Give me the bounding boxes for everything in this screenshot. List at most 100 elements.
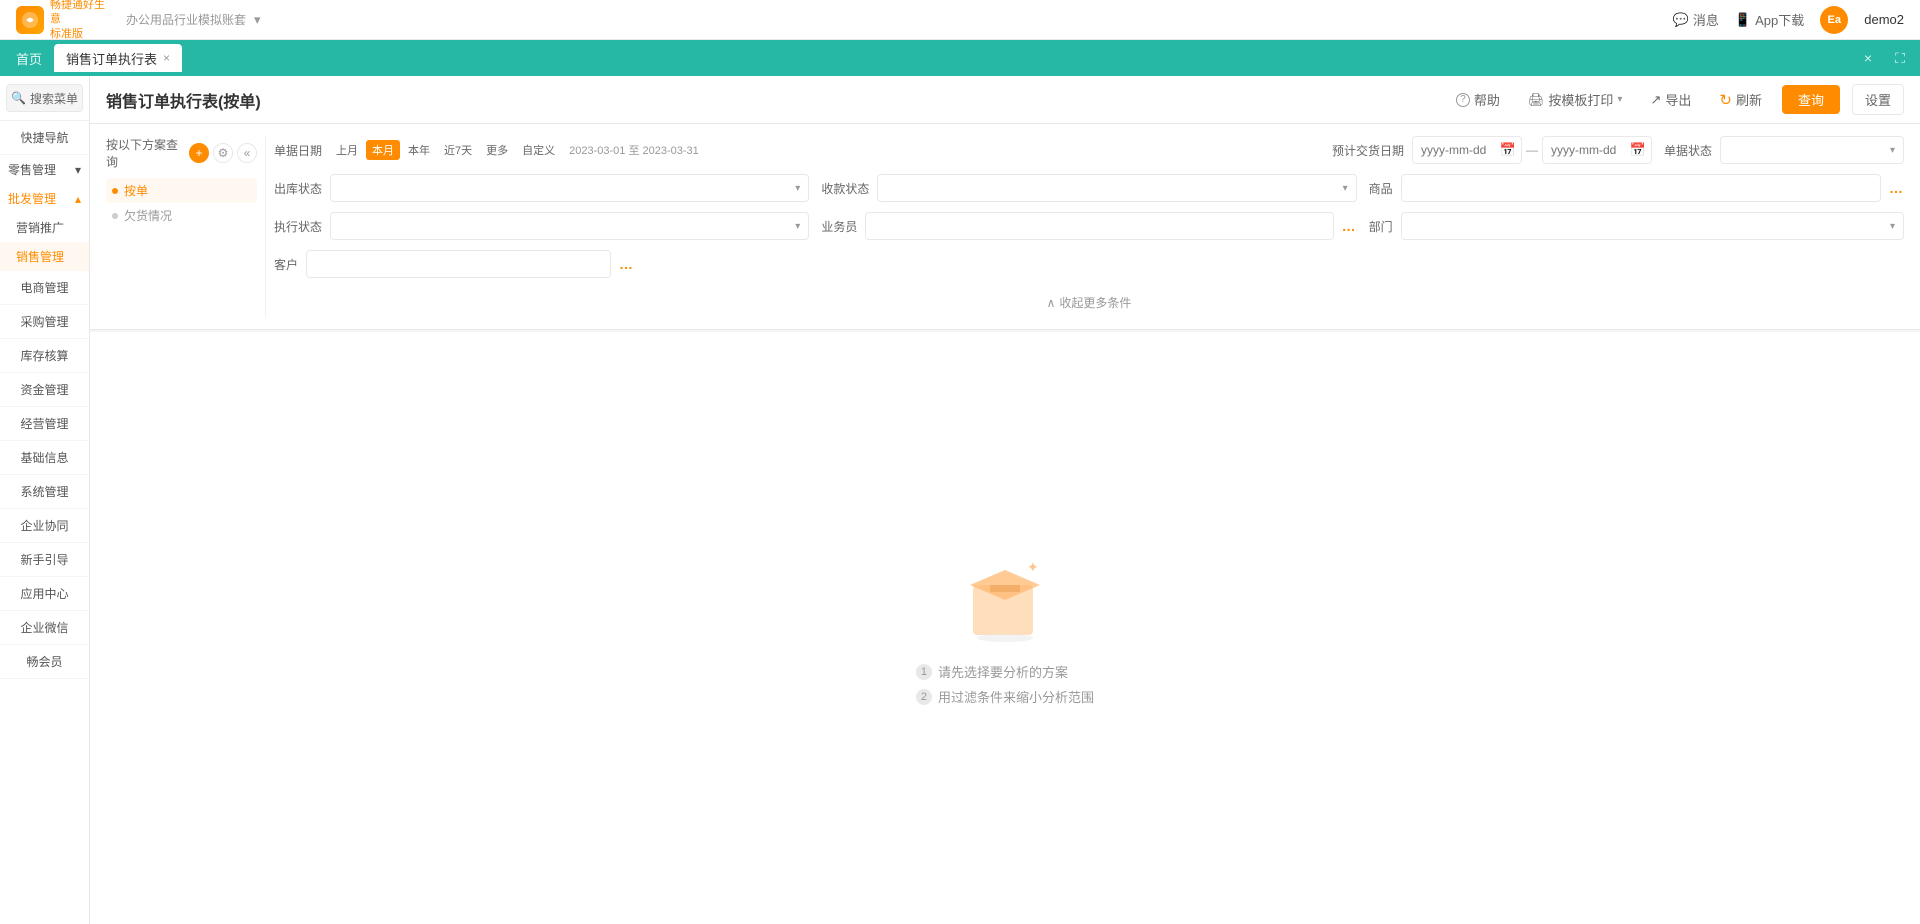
sidebar-item-system[interactable]: 系统管理 <box>0 475 89 509</box>
app-download-action[interactable]: 📱 App下载 <box>1735 10 1804 29</box>
date-range-display: 2023-03-01 至 2023-03-31 <box>569 142 699 158</box>
help-button[interactable]: ? 帮助 <box>1448 86 1508 113</box>
filter-item-customer: 客户 … <box>274 250 634 278</box>
help-label: 帮助 <box>1474 90 1500 109</box>
tip-num-2: 2 <box>916 689 932 705</box>
empty-tip-2: 2 用过滤条件来缩小分析范围 <box>916 687 1094 706</box>
print-dropdown-icon: ▾ <box>1617 94 1622 105</box>
customer-label: 客户 <box>274 256 298 273</box>
tab-close-window-icon[interactable]: × <box>1856 46 1880 70</box>
sidebar-item-operations[interactable]: 经营管理 <box>0 407 89 441</box>
print-button[interactable]: 🖨 按模板打印 ▾ <box>1520 86 1631 113</box>
sidebar-item-inventory[interactable]: 库存核算 <box>0 339 89 373</box>
scheme-item-press-order[interactable]: 按单 <box>106 178 257 203</box>
salesperson-input[interactable] <box>865 212 1333 240</box>
collect-status-dropdown[interactable]: ▾ <box>877 174 1356 202</box>
dept-dropdown[interactable]: ▾ <box>1401 212 1904 240</box>
sidebar-item-newbie[interactable]: 新手引导 <box>0 543 89 577</box>
tab-bar: 首页 销售订单执行表 × × ⛶ <box>0 40 1920 76</box>
scheme-settings-button[interactable]: ⚙ <box>213 143 233 163</box>
outbound-status-dropdown[interactable]: ▾ <box>330 174 809 202</box>
outbound-chevron-icon: ▾ <box>795 183 800 194</box>
refresh-button[interactable]: ↻ 刷新 <box>1711 86 1770 113</box>
scheme-panel-label: 按以下方案查询 <box>106 136 189 170</box>
doc-status-label: 单据状态 <box>1664 142 1712 159</box>
filter-item-salesperson: 业务员 … <box>821 212 1356 240</box>
tab-sales-exec[interactable]: 销售订单执行表 × <box>54 44 182 72</box>
collapse-bar[interactable]: ∧ 收起更多条件 <box>274 288 1904 317</box>
customer-input[interactable] <box>306 250 611 278</box>
scheme-collapse-button[interactable]: « <box>237 143 257 163</box>
sidebar-item-wechat[interactable]: 企业微信 <box>0 611 89 645</box>
avatar[interactable]: Ea <box>1820 6 1848 34</box>
customer-more-icon[interactable]: … <box>619 256 634 272</box>
sidebar-item-retail[interactable]: 零售管理 ▾ <box>0 155 89 184</box>
sidebar-item-finance[interactable]: 资金管理 <box>0 373 89 407</box>
top-header: 畅捷通好生意 标准版 办公用品行业模拟账套 ▾ 💬 消息 📱 App下载 Ea … <box>0 0 1920 40</box>
export-button[interactable]: ↗ 导出 <box>1642 86 1699 113</box>
export-icon: ↗ <box>1650 92 1661 108</box>
tab-close-icon[interactable]: × <box>163 51 170 65</box>
goods-input[interactable] <box>1401 174 1881 202</box>
app-icon: 📱 <box>1735 12 1751 28</box>
custom-date-btn[interactable]: 自定义 <box>516 140 561 160</box>
scheme-dot-inactive <box>112 213 118 219</box>
sidebar-item-basic[interactable]: 基础信息 <box>0 441 89 475</box>
filter-row-4: 客户 … <box>274 250 1904 278</box>
sidebar-item-appstore[interactable]: 应用中心 <box>0 577 89 611</box>
page-title: 销售订单执行表(按单) <box>106 88 261 112</box>
this-year-btn[interactable]: 本年 <box>402 140 436 160</box>
refresh-icon: ↻ <box>1719 91 1732 109</box>
sidebar-item-purchase[interactable]: 采购管理 <box>0 305 89 339</box>
scheme-panel-actions: + ⚙ « <box>189 143 257 163</box>
tab-expand-icon[interactable]: ⛶ <box>1888 46 1912 70</box>
goods-more-icon[interactable]: … <box>1889 180 1904 196</box>
settings-button[interactable]: 设置 <box>1852 84 1904 115</box>
search-menu-button[interactable]: 🔍 搜索菜单 <box>6 84 83 112</box>
prev-month-btn[interactable]: 上月 <box>330 140 364 160</box>
page-header: 销售订单执行表(按单) ? 帮助 🖨 按模板打印 ▾ ↗ 导出 ↻ 刷新 <box>90 76 1920 124</box>
last7-btn[interactable]: 近7天 <box>438 140 478 160</box>
filter-item-doc-date: 单据日期 上月 本月 本年 近7天 更多 自定义 2023-03-01 至 20… <box>274 140 1320 160</box>
this-month-btn[interactable]: 本月 <box>366 140 400 160</box>
doc-status-dropdown[interactable]: ▾ <box>1720 136 1904 164</box>
scheme-item-press-order-label: 按单 <box>124 182 148 199</box>
expected-date-start[interactable] <box>1412 136 1522 164</box>
tab-home[interactable]: 首页 <box>4 44 54 72</box>
doc-status-chevron-icon: ▾ <box>1890 145 1895 156</box>
data-area: ✦ 1 请先选择要分析的方案 2 用过滤条件来缩小分析范围 <box>90 332 1920 924</box>
tab-bar-actions: × ⛶ <box>1856 46 1920 70</box>
expected-date-end[interactable] <box>1542 136 1652 164</box>
exec-chevron-icon: ▾ <box>795 221 800 232</box>
salesperson-more-icon[interactable]: … <box>1342 218 1357 234</box>
sidebar-sub-item-marketing[interactable]: 营销推广 <box>0 213 89 242</box>
message-action[interactable]: 💬 消息 <box>1673 10 1719 29</box>
user-name[interactable]: demo2 <box>1864 12 1904 27</box>
filter-right: 单据日期 上月 本月 本年 近7天 更多 自定义 2023-03-01 至 20… <box>274 136 1904 317</box>
sidebar-sub-item-sales[interactable]: 销售管理 <box>0 242 89 271</box>
page-header-actions: ? 帮助 🖨 按模板打印 ▾ ↗ 导出 ↻ 刷新 查询 <box>1448 84 1904 115</box>
sidebar-item-wholesale[interactable]: 批发管理 ▴ <box>0 184 89 213</box>
logo-area: 畅捷通好生意 标准版 <box>16 0 110 41</box>
filter-item-expected-date: 预计交货日期 📅 — 📅 <box>1332 136 1652 164</box>
svg-text:✦: ✦ <box>1027 559 1039 575</box>
scheme-item-debt[interactable]: 欠货情况 <box>106 203 257 228</box>
exec-status-dropdown[interactable]: ▾ <box>330 212 809 240</box>
collect-status-label: 收款状态 <box>821 180 869 197</box>
sidebar-item-member[interactable]: 畅会员 <box>0 645 89 679</box>
scheme-add-button[interactable]: + <box>189 143 209 163</box>
settings-label: 设置 <box>1865 90 1891 109</box>
goods-label: 商品 <box>1369 180 1393 197</box>
sidebar-item-quick-nav[interactable]: 快捷导航 <box>0 121 89 155</box>
more-date-btn[interactable]: 更多 <box>480 140 514 160</box>
empty-illustration: ✦ <box>955 550 1055 650</box>
tab-home-label: 首页 <box>16 49 42 68</box>
query-button[interactable]: 查询 <box>1782 85 1840 114</box>
breadcrumb-arrow-icon[interactable]: ▾ <box>254 12 261 28</box>
sidebar-item-ecommerce[interactable]: 电商管理 <box>0 271 89 305</box>
app-download-label: App下载 <box>1755 10 1804 29</box>
filter-item-outbound: 出库状态 ▾ <box>274 174 809 202</box>
collect-chevron-icon: ▾ <box>1343 183 1348 194</box>
date-separator: — <box>1526 143 1538 157</box>
sidebar-item-enterprise[interactable]: 企业协同 <box>0 509 89 543</box>
